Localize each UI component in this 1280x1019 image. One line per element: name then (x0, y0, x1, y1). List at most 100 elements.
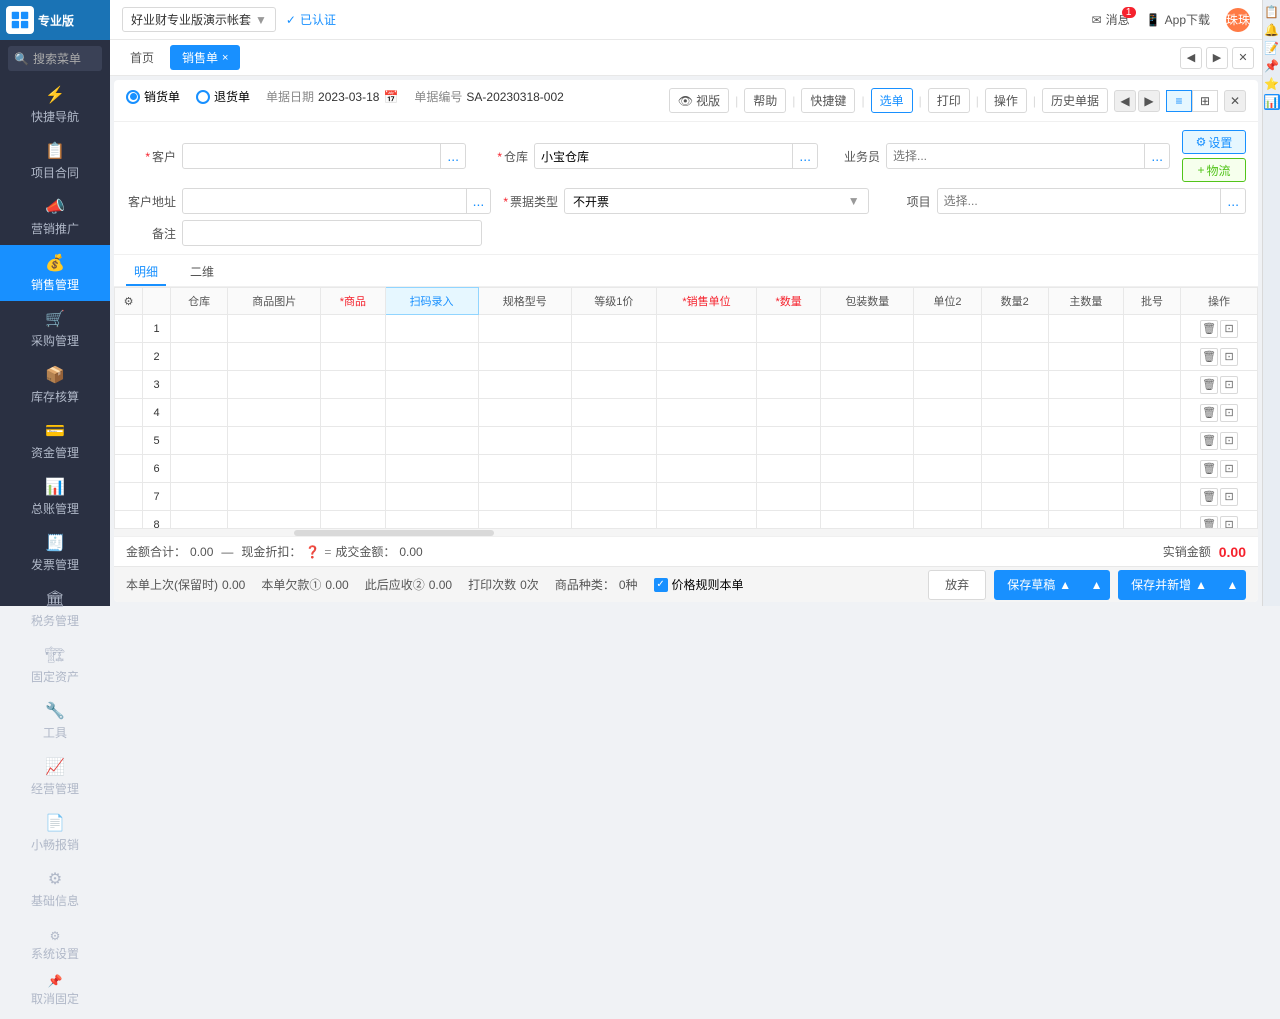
sidebar-item-tools[interactable]: 🔧 工具 (0, 693, 110, 749)
memo-input[interactable] (182, 220, 482, 246)
tab-close-button[interactable]: × (222, 52, 228, 64)
save-draft-dropdown-button[interactable]: ▲ (1084, 570, 1110, 600)
ticket-select[interactable]: 不开票 ▼ (564, 188, 869, 214)
row-delete-button[interactable]: 🗑 (1200, 516, 1218, 529)
warehouse-input[interactable] (535, 144, 792, 168)
customer-dots-button[interactable]: ... (440, 144, 465, 168)
abandon-button[interactable]: 放弃 (928, 570, 986, 600)
td-main-qty[interactable] (1048, 315, 1123, 343)
th-settings[interactable]: ⚙ (115, 288, 143, 315)
print-button[interactable]: 打印 (928, 88, 970, 113)
row-copy-button[interactable]: ⊡ (1220, 348, 1238, 366)
save-new-dropdown-button[interactable]: ▲ (1220, 570, 1246, 600)
sidebar-item-invoice[interactable]: 🧾 发票管理 (0, 525, 110, 581)
sidebar-search[interactable]: 🔍 搜索菜单 (0, 40, 110, 77)
project-input[interactable] (938, 189, 1221, 213)
form-close-button[interactable]: ✕ (1224, 90, 1246, 112)
td-quantity[interactable] (757, 315, 821, 343)
table-tab-2d[interactable]: 二维 (182, 259, 222, 286)
radio-return[interactable]: 退货单 (196, 88, 250, 105)
tab-next-button[interactable]: ▶ (1206, 47, 1228, 69)
sidebar-item-marketing[interactable]: 📣 营销推广 (0, 189, 110, 245)
view-grid-button[interactable]: ⊞ (1192, 90, 1218, 112)
sidebar-item-purchase[interactable]: 🛒 采购管理 (0, 301, 110, 357)
tab-home[interactable]: 首页 (118, 45, 166, 70)
row-delete-button[interactable]: 🗑 (1200, 488, 1218, 506)
row-copy-button[interactable]: ⊡ (1220, 488, 1238, 506)
prev-record-button[interactable]: ◀ (1114, 90, 1136, 112)
sidebar-item-cancel-fixed[interactable]: 📌 取消固定 (0, 968, 110, 1013)
row-delete-button[interactable]: 🗑 (1200, 348, 1218, 366)
row-delete-button[interactable]: 🗑 (1200, 320, 1218, 338)
row-delete-button[interactable]: 🗑 (1200, 404, 1218, 422)
table-tab-detail[interactable]: 明细 (126, 259, 166, 286)
company-selector[interactable]: 好业财专业版演示帐套 ▼ (122, 7, 276, 32)
sidebar-item-operations[interactable]: 📈 经营管理 (0, 749, 110, 805)
operate-button[interactable]: 操作 (985, 88, 1027, 113)
user-menu[interactable]: 珠珠 (1226, 8, 1250, 32)
td-pack-qty[interactable] (821, 315, 914, 343)
td-grade-price[interactable] (571, 315, 656, 343)
right-icon-6[interactable]: 📊 (1264, 94, 1280, 110)
project-dots-button[interactable]: ... (1220, 189, 1245, 213)
select-button[interactable]: 选单 (871, 88, 913, 113)
sidebar-item-tax[interactable]: 🏛 税务管理 (0, 581, 110, 637)
address-dots-button[interactable]: ... (466, 189, 491, 213)
shortcut-button[interactable]: 快捷键 (801, 88, 855, 113)
sidebar-item-system-settings[interactable]: ⚙ 系统设置 (0, 923, 110, 968)
view-button[interactable]: 👁 视版 (669, 88, 729, 113)
row-copy-button[interactable]: ⊡ (1220, 320, 1238, 338)
row-delete-button[interactable]: 🗑 (1200, 460, 1218, 478)
table-wrapper[interactable]: ⚙ 仓库 商品图片 *商品 扫码录入 规格型号 等级1价 *销售单位 *数量 包… (114, 287, 1258, 528)
sidebar-item-accounting[interactable]: 📊 总账管理 (0, 469, 110, 525)
td-spec[interactable] (478, 315, 571, 343)
right-icon-1[interactable]: 📋 (1264, 4, 1280, 20)
messages-button[interactable]: ✉ 1 消息 (1092, 11, 1130, 28)
right-icon-3[interactable]: 📝 (1264, 40, 1280, 56)
view-list-button[interactable]: ≡ (1166, 90, 1192, 112)
row-copy-button[interactable]: ⊡ (1220, 460, 1238, 478)
discount-help-icon[interactable]: ❓ (305, 545, 320, 559)
td-warehouse[interactable] (171, 315, 228, 343)
radio-sales[interactable]: 销货单 (126, 88, 180, 105)
sidebar-item-fixed[interactable]: 🏗 固定资产 (0, 637, 110, 693)
tab-sales-order[interactable]: 销售单 × (170, 45, 240, 70)
right-icon-2[interactable]: 🔔 (1264, 22, 1280, 38)
row-delete-button[interactable]: 🗑 (1200, 376, 1218, 394)
th-scan[interactable]: 扫码录入 (385, 288, 478, 315)
td-image[interactable] (228, 315, 321, 343)
sidebar-item-basic[interactable]: ⚙ 基础信息 (0, 861, 110, 917)
search-menu-button[interactable]: 🔍 搜索菜单 (8, 46, 102, 71)
td-goods[interactable] (321, 315, 385, 343)
calendar-icon[interactable]: 📅 (383, 90, 398, 104)
horizontal-scrollbar[interactable] (114, 528, 1258, 536)
td-batch[interactable] (1123, 315, 1180, 343)
staff-input[interactable] (887, 144, 1144, 168)
next-record-button[interactable]: ▶ (1138, 90, 1160, 112)
sidebar-item-inventory[interactable]: 📦 库存核算 (0, 357, 110, 413)
save-draft-button[interactable]: 保存草稿 ▲ (994, 570, 1084, 600)
tab-prev-button[interactable]: ◀ (1180, 47, 1202, 69)
row-delete-button[interactable]: 🗑 (1200, 432, 1218, 450)
sidebar-item-quick-nav[interactable]: ⚡ 快捷导航 (0, 77, 110, 133)
td-qty2[interactable] (981, 315, 1048, 343)
sidebar-item-sales[interactable]: 💰 销售管理 (0, 245, 110, 301)
customer-input[interactable] (183, 144, 440, 168)
staff-dots-button[interactable]: ... (1144, 144, 1169, 168)
sidebar-item-capital[interactable]: 💳 资金管理 (0, 413, 110, 469)
row-copy-button[interactable]: ⊡ (1220, 432, 1238, 450)
td-scan[interactable] (385, 315, 478, 343)
history-button[interactable]: 历史单据 (1042, 88, 1108, 113)
app-download-button[interactable]: 📱 App下载 (1146, 11, 1210, 28)
price-check-checkbox[interactable] (654, 578, 668, 592)
row-copy-button[interactable]: ⊡ (1220, 404, 1238, 422)
settings-button[interactable]: ⚙ 设置 (1182, 130, 1246, 154)
tab-close-all-button[interactable]: ✕ (1232, 47, 1254, 69)
price-check-item[interactable]: 价格规则本单 (654, 576, 744, 593)
sidebar-item-reports[interactable]: 📄 小畅报销 (0, 805, 110, 861)
right-icon-5[interactable]: ⭐ (1264, 76, 1280, 92)
sidebar-item-project[interactable]: 📋 项目合同 (0, 133, 110, 189)
save-new-button[interactable]: 保存并新增 ▲ (1118, 570, 1220, 600)
right-icon-4[interactable]: 📌 (1264, 58, 1280, 74)
row-copy-button[interactable]: ⊡ (1220, 376, 1238, 394)
